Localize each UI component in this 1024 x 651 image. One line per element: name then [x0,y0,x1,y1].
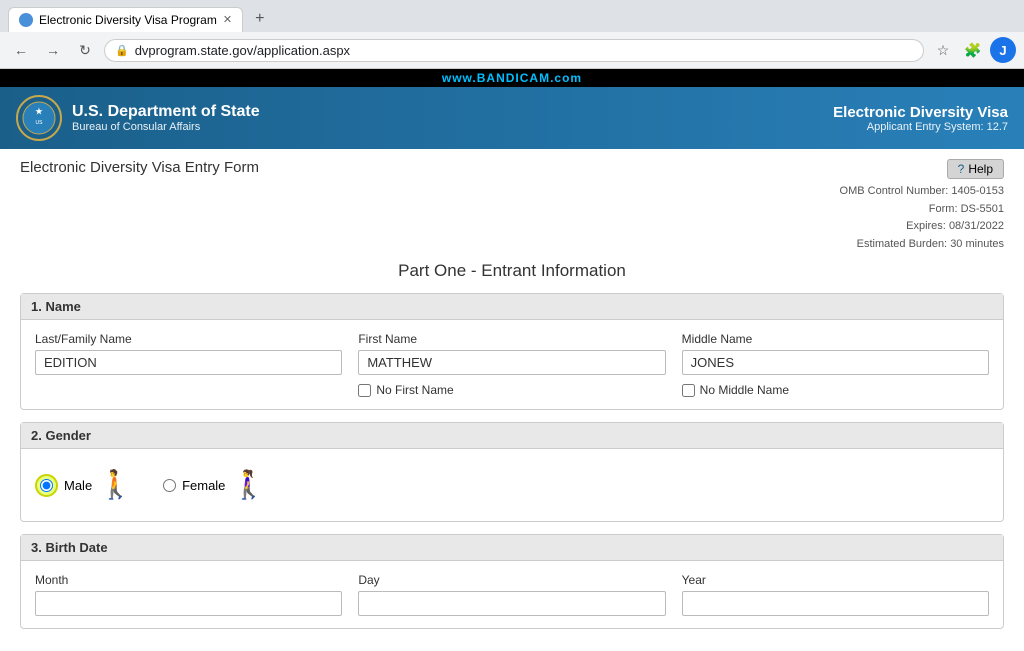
header-dept-info: U.S. Department of State Bureau of Consu… [72,103,260,133]
browser-chrome: Electronic Diversity Visa Program ✕ + ← … [0,0,1024,69]
section-birth-header: 3. Birth Date [21,535,1003,561]
tab-label: Electronic Diversity Visa Program [39,13,217,27]
gender-female-option: Female 🚶‍♀️ [163,471,266,499]
section-birth-date: 3. Birth Date Month Day Year [20,534,1004,629]
day-input[interactable] [358,591,665,616]
last-name-label: Last/Family Name [35,332,342,346]
section-gender-header: 2. Gender [21,423,1003,449]
middle-name-label: Middle Name [682,332,989,346]
help-button[interactable]: ? Help [947,159,1004,179]
expires: Expires: 08/31/2022 [840,218,1004,236]
visa-subtitle: Applicant Entry System: 12.7 [833,121,1008,133]
dept-name: U.S. Department of State [72,103,260,121]
first-name-input[interactable] [358,350,665,375]
extensions-button[interactable]: 🧩 [960,37,986,63]
day-field-group: Day [358,573,665,616]
first-name-label: First Name [358,332,665,346]
day-label: Day [358,573,665,587]
name-fields: Last/Family Name First Name No First Nam… [35,332,989,397]
first-name-group: First Name No First Name [358,332,665,397]
no-middle-name-row: No Middle Name [682,383,989,397]
svg-text:US: US [36,120,44,126]
form-title: Electronic Diversity Visa Entry Form [20,159,259,176]
browser-actions: ☆ 🧩 J [930,37,1016,63]
birth-date-fields: Month Day Year [35,573,989,616]
form-top-bar: Electronic Diversity Visa Entry Form ? H… [20,159,1004,253]
bureau-name: Bureau of Consular Affairs [72,121,260,133]
section-birth-content: Month Day Year [21,561,1003,628]
form-number: Form: DS-5501 [840,201,1004,219]
header-right: Electronic Diversity Visa Applicant Entr… [833,104,1008,133]
female-radio[interactable] [163,479,176,492]
month-input[interactable] [35,591,342,616]
female-person-icon: 🚶‍♀️ [231,471,266,499]
section-name: 1. Name Last/Family Name First Name No F… [20,293,1004,410]
month-label: Month [35,573,342,587]
bandicam-text: www.BANDICAM.com [442,71,582,85]
url-text: dvprogram.state.gov/application.aspx [135,43,913,58]
svg-text:★: ★ [35,107,43,116]
form-meta: OMB Control Number: 1405-0153 Form: DS-5… [840,183,1004,253]
section-name-header: 1. Name [21,294,1003,320]
gender-options: Male 🚶 Female 🚶‍♀️ [35,461,989,509]
section-name-content: Last/Family Name First Name No First Nam… [21,320,1003,409]
no-middle-name-label: No Middle Name [700,383,789,397]
no-middle-name-checkbox[interactable] [682,384,695,397]
site-header: ★ US U.S. Department of State Bureau of … [0,87,1024,149]
address-bar[interactable]: 🔒 dvprogram.state.gov/application.aspx [104,39,924,62]
tab-favicon [19,13,33,27]
gender-male-option: Male 🚶 [35,471,133,499]
part-heading: Part One - Entrant Information [20,261,1004,281]
year-input[interactable] [682,591,989,616]
male-radio[interactable] [40,479,53,492]
forward-button[interactable]: → [40,37,66,63]
profile-avatar[interactable]: J [990,37,1016,63]
refresh-button[interactable]: ↻ [72,37,98,63]
active-tab[interactable]: Electronic Diversity Visa Program ✕ [8,7,243,32]
tab-bar: Electronic Diversity Visa Program ✕ + [0,0,1024,32]
no-first-name-label: No First Name [376,383,453,397]
tab-close-button[interactable]: ✕ [223,13,232,26]
last-name-input[interactable] [35,350,342,375]
month-field-group: Month [35,573,342,616]
no-first-name-checkbox[interactable] [358,384,371,397]
estimated-burden: Estimated Burden: 30 minutes [840,236,1004,254]
back-button[interactable]: ← [8,37,34,63]
female-label: Female [182,478,225,493]
male-radio-highlight [35,474,58,497]
section-gender-content: Male 🚶 Female 🚶‍♀️ [21,449,1003,521]
star-button[interactable]: ☆ [930,37,956,63]
year-field-group: Year [682,573,989,616]
lock-icon: 🔒 [115,44,129,57]
bandicam-watermark: www.BANDICAM.com [0,69,1024,87]
section-gender: 2. Gender Male 🚶 Female 🚶‍♀️ [20,422,1004,522]
address-bar-row: ← → ↻ 🔒 dvprogram.state.gov/application.… [0,32,1024,68]
state-dept-seal: ★ US [16,95,62,141]
control-number: OMB Control Number: 1405-0153 [840,183,1004,201]
header-left: ★ US U.S. Department of State Bureau of … [16,95,260,141]
middle-name-group: Middle Name No Middle Name [682,332,989,397]
last-name-group: Last/Family Name [35,332,342,397]
form-title-area: Electronic Diversity Visa Entry Form [20,159,259,176]
year-label: Year [682,573,989,587]
no-first-name-row: No First Name [358,383,665,397]
middle-name-input[interactable] [682,350,989,375]
male-person-icon: 🚶 [98,471,133,499]
visa-title: Electronic Diversity Visa [833,104,1008,121]
help-icon: ? [958,162,965,176]
male-label: Male [64,478,92,493]
new-tab-button[interactable]: + [247,6,272,32]
help-label: Help [968,162,993,176]
